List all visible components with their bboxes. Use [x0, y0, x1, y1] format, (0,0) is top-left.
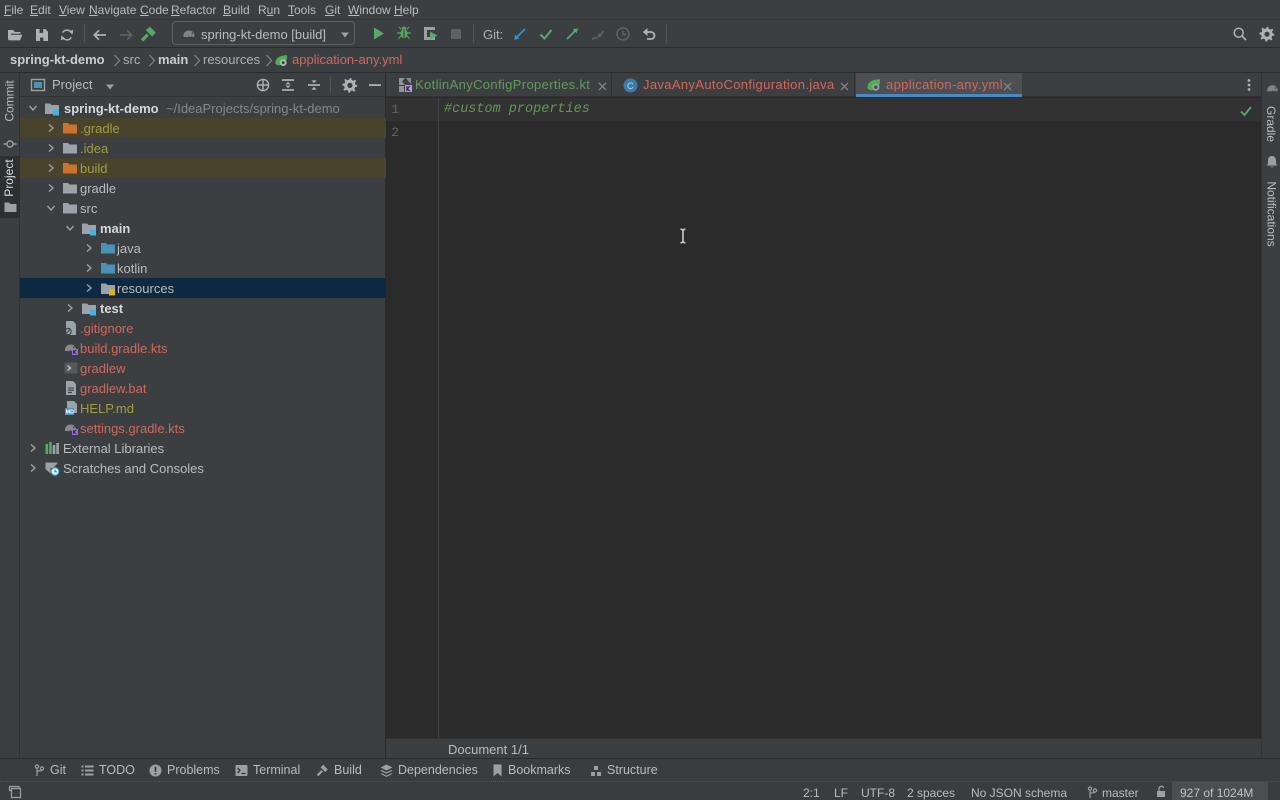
- svg-text:C: C: [627, 81, 634, 91]
- svg-text:MD: MD: [66, 410, 74, 416]
